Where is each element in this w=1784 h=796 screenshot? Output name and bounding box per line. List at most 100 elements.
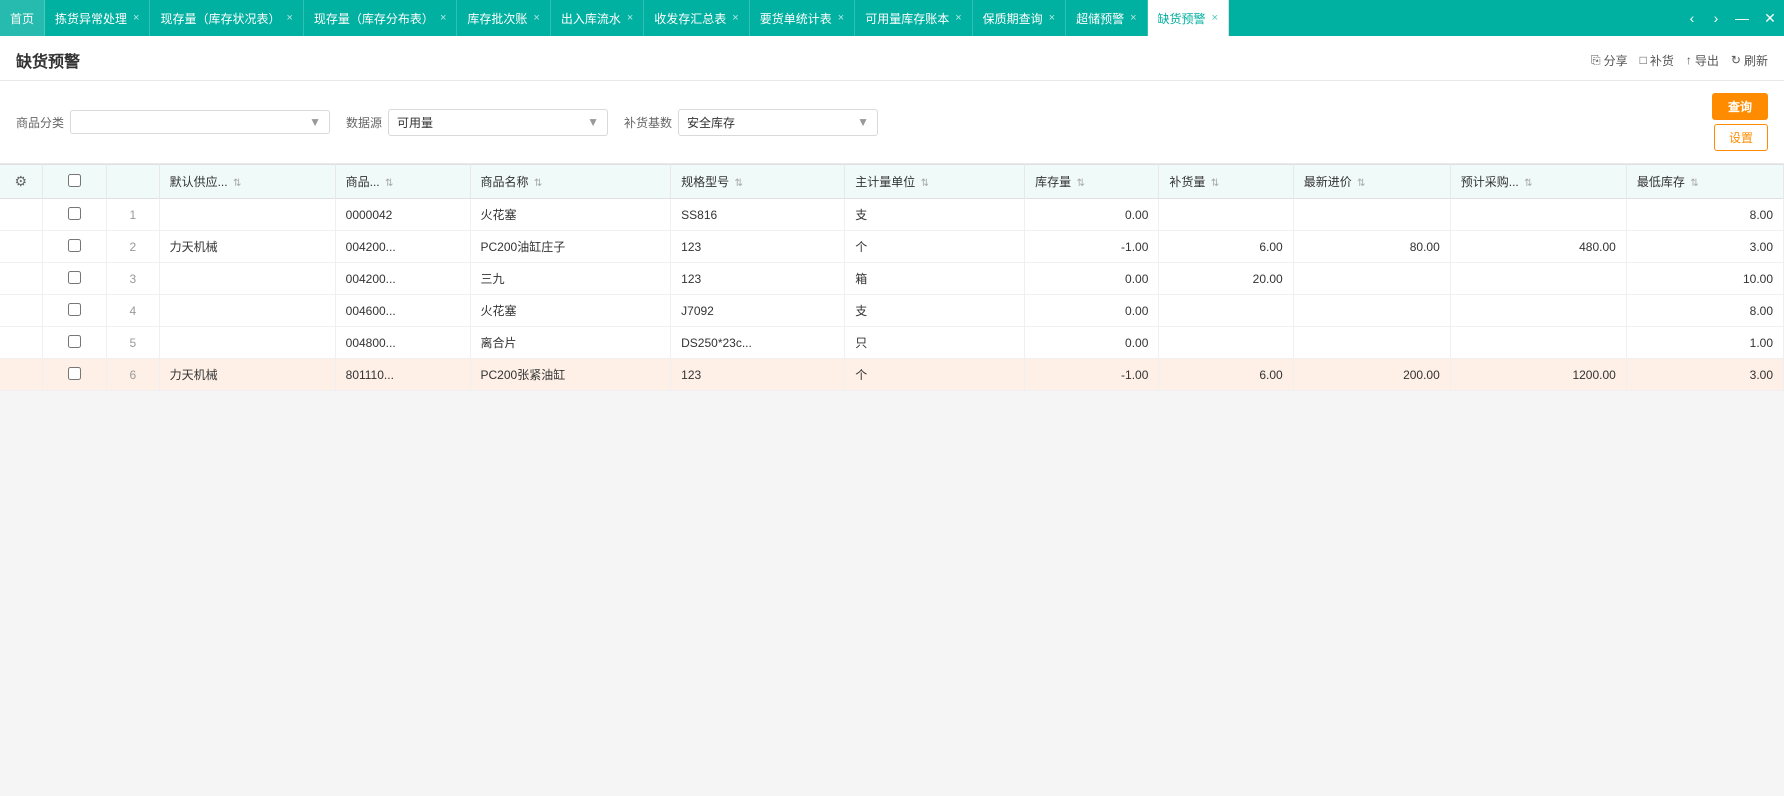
- nav-arrow-right[interactable]: ›: [1704, 0, 1728, 36]
- row-num-3: 4: [107, 295, 160, 327]
- row-spec-1: 123: [671, 231, 845, 263]
- sort-icon-price[interactable]: ⇅: [1357, 178, 1365, 189]
- close-tab-10[interactable]: ×: [1130, 12, 1136, 24]
- share-button[interactable]: ⎘ 分享: [1591, 52, 1628, 69]
- row-code-1: 004200...: [335, 231, 470, 263]
- nav-tab-1[interactable]: 拣货异常处理 ×: [45, 0, 150, 36]
- row-code-0: 0000042: [335, 199, 470, 231]
- row-check-0[interactable]: [68, 207, 81, 220]
- settings-icon[interactable]: ⚙: [14, 173, 27, 189]
- row-supplier-2: [159, 263, 335, 295]
- datasource-label: 数据源: [346, 114, 382, 131]
- row-name-2: 三九: [470, 263, 671, 295]
- replenish-filter-group: 补货基数 安全库存 ▼: [624, 109, 878, 136]
- row-checkbox-3[interactable]: [42, 295, 107, 327]
- col-default-supplier: 默认供应... ⇅: [159, 165, 335, 199]
- close-tab-7[interactable]: ×: [838, 12, 844, 24]
- close-tab-5[interactable]: ×: [627, 12, 633, 24]
- export-icon: ↑: [1686, 53, 1692, 67]
- row-unit-3: 支: [845, 295, 1025, 327]
- sort-icon-unit[interactable]: ⇅: [921, 178, 929, 189]
- nav-tab-4[interactable]: 库存批次账 ×: [457, 0, 550, 36]
- row-check-1[interactable]: [68, 239, 81, 252]
- table-row: 6 力天机械 801110... PC200张紧油缸 123 个 -1.00 6…: [0, 359, 1784, 391]
- select-all-checkbox[interactable]: [68, 174, 81, 187]
- col-min-stock: 最低库存 ⇅: [1626, 165, 1783, 199]
- nav-tab-8[interactable]: 可用量库存账本 ×: [855, 0, 972, 36]
- row-spec-4: DS250*23c...: [671, 327, 845, 359]
- close-tab-3[interactable]: ×: [440, 12, 446, 24]
- nav-tab-7[interactable]: 要货单统计表 ×: [750, 0, 855, 36]
- sort-icon-code[interactable]: ⇅: [385, 178, 393, 189]
- nav-bar: 首页 拣货异常处理 × 现存量（库存状况表） × 现存量（库存分布表） × 库存…: [0, 0, 1784, 36]
- settings-button[interactable]: 设置: [1714, 124, 1768, 151]
- row-checkbox-5[interactable]: [42, 359, 107, 391]
- row-supplier-5: 力天机械: [159, 359, 335, 391]
- datasource-select[interactable]: 可用量 ▼: [388, 109, 608, 136]
- row-settings-5: [0, 359, 42, 391]
- row-supplier-1: 力天机械: [159, 231, 335, 263]
- col-unit: 主计量单位 ⇅: [845, 165, 1025, 199]
- category-select[interactable]: ▼: [70, 110, 330, 134]
- row-stock-3: 0.00: [1025, 295, 1159, 327]
- nav-tab-11[interactable]: 缺货预警 ×: [1148, 0, 1229, 36]
- close-tab-8[interactable]: ×: [955, 12, 961, 24]
- sort-icon-estimated[interactable]: ⇅: [1524, 178, 1532, 189]
- sort-icon-supplier[interactable]: ⇅: [233, 178, 241, 189]
- col-replenish-qty: 补货量 ⇅: [1159, 165, 1293, 199]
- page-content: 缺货预警 ⎘ 分享 □ 补货 ↑ 导出 ↻ 刷新 商品分类: [0, 36, 1784, 391]
- export-button[interactable]: ↑ 导出: [1686, 52, 1719, 69]
- row-replenish-5: 6.00: [1159, 359, 1293, 391]
- category-arrow-icon: ▼: [309, 115, 321, 129]
- nav-tab-10[interactable]: 超储预警 ×: [1066, 0, 1147, 36]
- nav-win-minus[interactable]: —: [1728, 0, 1756, 36]
- nav-tab-2[interactable]: 现存量（库存状况表） ×: [150, 0, 303, 36]
- table-row: 2 力天机械 004200... PC200油缸庄子 123 个 -1.00 6…: [0, 231, 1784, 263]
- nav-tab-6[interactable]: 收发存汇总表 ×: [644, 0, 749, 36]
- nav-tab-9[interactable]: 保质期查询 ×: [973, 0, 1066, 36]
- close-tab-4[interactable]: ×: [533, 12, 539, 24]
- row-min-stock-4: 1.00: [1626, 327, 1783, 359]
- row-num-0: 1: [107, 199, 160, 231]
- row-checkbox-4[interactable]: [42, 327, 107, 359]
- table-row: 5 004800... 离合片 DS250*23c... 只 0.00 1.00: [0, 327, 1784, 359]
- close-tab-1[interactable]: ×: [133, 12, 139, 24]
- row-check-4[interactable]: [68, 335, 81, 348]
- close-tab-6[interactable]: ×: [732, 12, 738, 24]
- filter-bar: 商品分类 ▼ 数据源 可用量 ▼ 补货基数 安全库存 ▼ 查询 设置: [0, 81, 1784, 164]
- refresh-button[interactable]: ↻ 刷新: [1731, 52, 1768, 69]
- sort-icon-stock[interactable]: ⇅: [1076, 178, 1084, 189]
- nav-tab-3[interactable]: 现存量（库存分布表） ×: [304, 0, 457, 36]
- row-unit-5: 个: [845, 359, 1025, 391]
- row-estimated-2: [1450, 263, 1626, 295]
- nav-tab-home[interactable]: 首页: [0, 0, 45, 36]
- sort-icon-spec[interactable]: ⇅: [735, 178, 743, 189]
- row-checkbox-2[interactable]: [42, 263, 107, 295]
- close-tab-11[interactable]: ×: [1212, 12, 1218, 24]
- sort-icon-replenish[interactable]: ⇅: [1211, 178, 1219, 189]
- close-tab-9[interactable]: ×: [1049, 12, 1055, 24]
- replenish-button[interactable]: □ 补货: [1640, 52, 1674, 69]
- row-min-stock-5: 3.00: [1626, 359, 1783, 391]
- nav-arrow-left[interactable]: ‹: [1680, 0, 1704, 36]
- col-settings[interactable]: ⚙: [0, 165, 42, 199]
- row-check-3[interactable]: [68, 303, 81, 316]
- row-check-2[interactable]: [68, 271, 81, 284]
- datasource-filter-group: 数据源 可用量 ▼: [346, 109, 608, 136]
- row-min-stock-3: 8.00: [1626, 295, 1783, 327]
- row-checkbox-0[interactable]: [42, 199, 107, 231]
- row-code-3: 004600...: [335, 295, 470, 327]
- nav-tab-5[interactable]: 出入库流水 ×: [551, 0, 644, 36]
- nav-win-close[interactable]: ✕: [1756, 0, 1784, 36]
- table-row: 1 0000042 火花塞 SS816 支 0.00 8.00: [0, 199, 1784, 231]
- row-checkbox-1[interactable]: [42, 231, 107, 263]
- close-tab-2[interactable]: ×: [286, 12, 292, 24]
- sort-icon-name[interactable]: ⇅: [534, 178, 542, 189]
- table-row: 3 004200... 三九 123 箱 0.00 20.00 10.00: [0, 263, 1784, 295]
- row-settings-2: [0, 263, 42, 295]
- row-num-4: 5: [107, 327, 160, 359]
- row-check-5[interactable]: [68, 367, 81, 380]
- query-button[interactable]: 查询: [1712, 93, 1768, 120]
- sort-icon-min-stock[interactable]: ⇅: [1690, 178, 1698, 189]
- replenish-select[interactable]: 安全库存 ▼: [678, 109, 878, 136]
